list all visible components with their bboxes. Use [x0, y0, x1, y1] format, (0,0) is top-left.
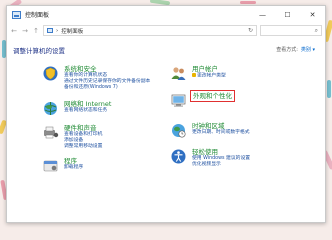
category-user-accounts: 用户帐户 更改帐户类型: [170, 65, 226, 82]
refresh-icon[interactable]: ↻: [248, 27, 253, 34]
category-title-highlighted[interactable]: 外观和个性化: [190, 90, 235, 102]
control-panel-icon: [47, 28, 53, 33]
network-globe-icon: [42, 100, 59, 117]
back-button[interactable]: ←: [10, 27, 18, 35]
category-title[interactable]: 系统和安全: [64, 65, 150, 73]
category-programs: 程序 卸载程序: [42, 157, 83, 174]
control-panel-icon: [12, 10, 21, 19]
category-title[interactable]: 程序: [64, 157, 83, 165]
page-heading: 调整计算机的设置: [13, 47, 65, 55]
category-hardware-sound: 硬件和声音 查看设备和打印机 添加设备 调整常用移动设置: [42, 124, 102, 151]
breadcrumb-control-panel[interactable]: 控制面板: [61, 27, 83, 35]
path-separator: ›: [56, 27, 59, 34]
link-optimize-display[interactable]: 优化视频显示: [192, 162, 250, 168]
view-by: 查看方式: 类别 ▾: [276, 46, 315, 53]
printer-speaker-icon: [42, 124, 59, 141]
main-content: 调整计算机的设置 查看方式: 类别 ▾ 系统和安全 查看你的计算机状态 通过文件…: [7, 40, 325, 222]
category-title[interactable]: 网络和 Internet: [64, 100, 111, 108]
ease-of-access-icon: [170, 148, 187, 165]
forward-button[interactable]: →: [21, 27, 29, 35]
link-uninstall-program[interactable]: 卸载程序: [64, 165, 83, 171]
category-ease-of-access: 轻松使用 使用 Windows 建议的设置 优化视频显示: [170, 148, 250, 168]
appearance-icon: [170, 92, 187, 109]
link-change-account-type[interactable]: 更改帐户类型: [192, 73, 226, 80]
window-controls: — ☐ ✕: [250, 6, 325, 23]
category-title[interactable]: 硬件和声音: [64, 124, 102, 132]
uac-shield-icon: [192, 73, 196, 77]
link-mobility-settings[interactable]: 调整常用移动设置: [64, 144, 102, 150]
shield-icon: [42, 65, 59, 82]
up-button[interactable]: ↑: [32, 27, 40, 35]
title-bar: 控制面板 — ☐ ✕: [7, 6, 325, 23]
view-by-dropdown[interactable]: 类别 ▾: [301, 46, 315, 53]
address-field[interactable]: › 控制面板 ↻: [43, 25, 257, 36]
category-title[interactable]: 用户帐户: [192, 65, 226, 73]
users-icon: [170, 65, 187, 82]
maximize-button[interactable]: ☐: [275, 6, 300, 23]
control-panel-window: 控制面板 — ☐ ✕ ← → ↑ › 控制面板 ↻ ⌕ 调整计算机的设置 查看方…: [6, 5, 326, 223]
minimize-button[interactable]: —: [250, 6, 275, 23]
clock-globe-icon: [170, 122, 187, 139]
link-backup-restore[interactable]: 备份和还原(Windows 7): [64, 85, 150, 91]
category-network: 网络和 Internet 查看网络状态和任务: [42, 100, 111, 117]
search-icon: ⌕: [314, 26, 318, 34]
search-input[interactable]: ⌕: [260, 25, 322, 36]
address-bar: ← → ↑ › 控制面板 ↻ ⌕: [7, 23, 325, 38]
window-title: 控制面板: [25, 12, 50, 19]
category-appearance: 外观和个性化: [170, 90, 235, 109]
close-button[interactable]: ✕: [300, 6, 325, 23]
programs-icon: [42, 157, 59, 174]
category-title[interactable]: 轻松使用: [192, 148, 250, 156]
category-title[interactable]: 时钟和区域: [192, 122, 250, 130]
category-system-security: 系统和安全 查看你的计算机状态 通过文件历史记录保存你的文件备份副本 备份和还原…: [42, 65, 150, 92]
category-clock-region: 时钟和区域 更改日期、时间或数字格式: [170, 122, 250, 139]
link-network-status[interactable]: 查看网络状态和任务: [64, 108, 111, 114]
link-date-time-format[interactable]: 更改日期、时间或数字格式: [192, 130, 250, 136]
